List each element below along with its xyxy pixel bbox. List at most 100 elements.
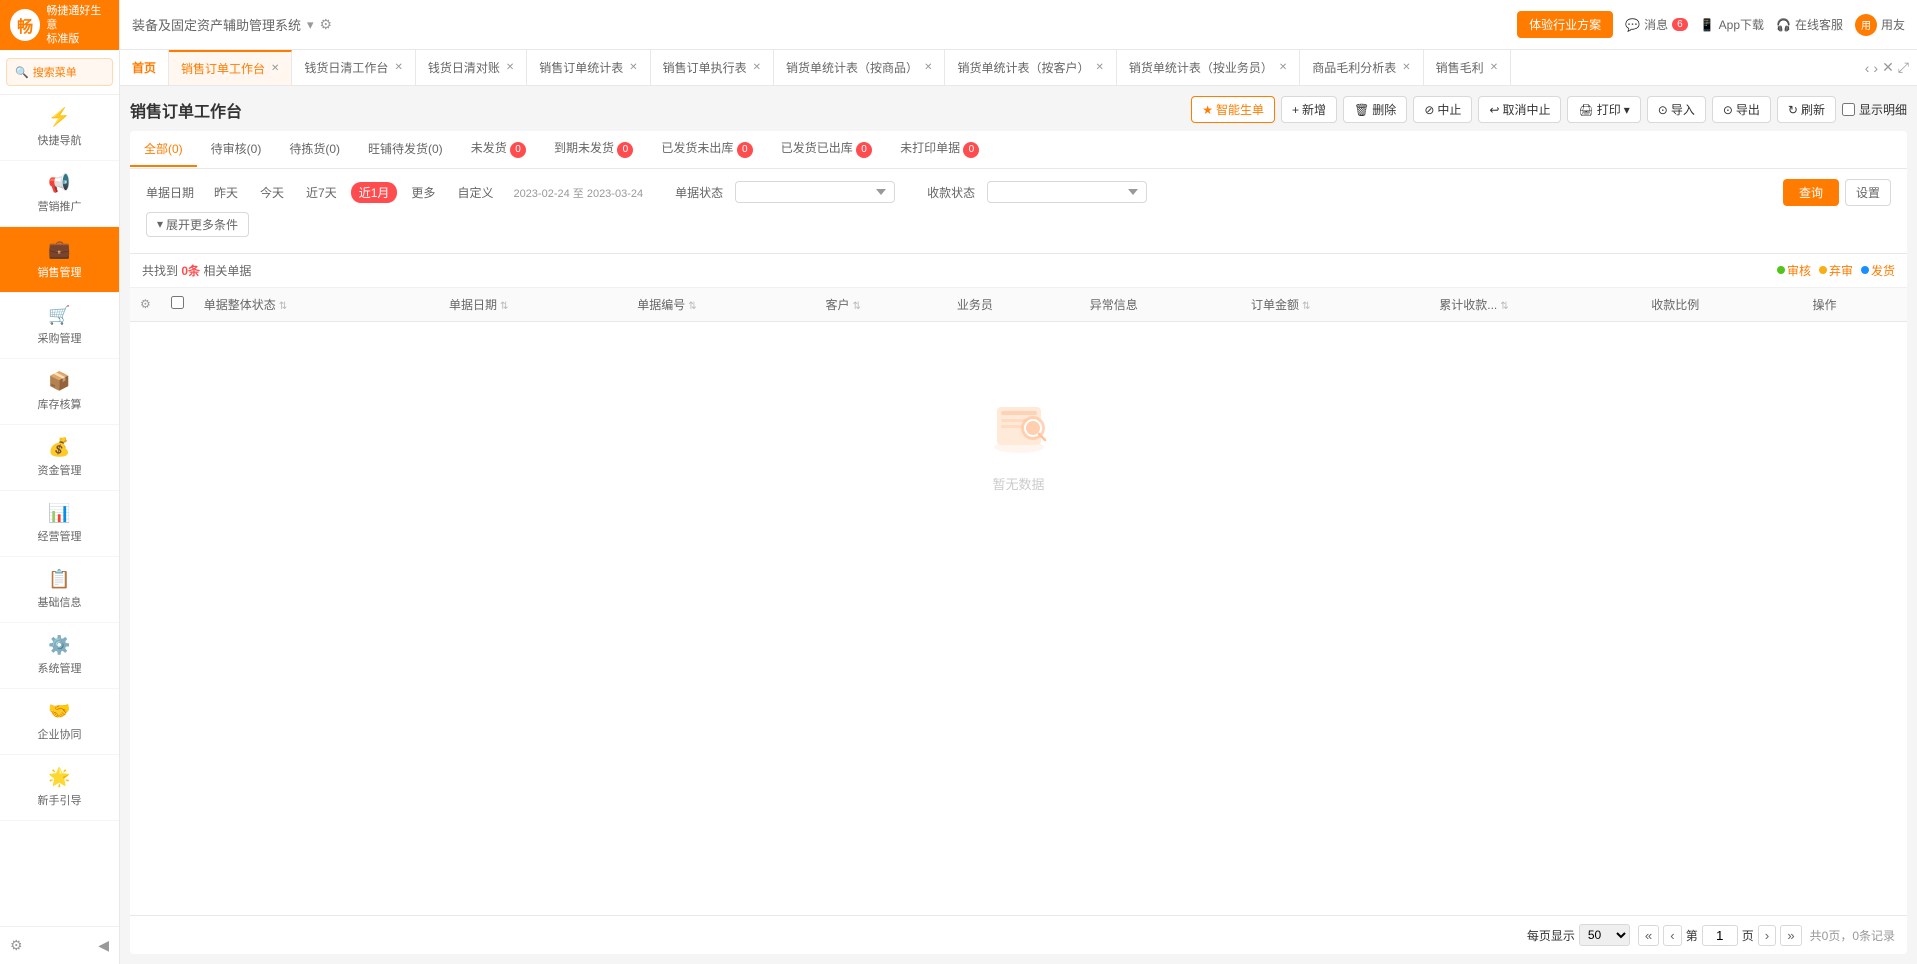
sidebar-item-purchase[interactable]: 🛒 采购管理: [0, 293, 119, 359]
add-btn[interactable]: + 新增: [1281, 96, 1337, 123]
filter-action-btns: 查询 设置: [1783, 179, 1891, 206]
search-menu-button[interactable]: 🔍 搜索菜单: [6, 58, 113, 86]
tab-close-gross-profit[interactable]: ✕: [1402, 62, 1410, 73]
show-detail-checkbox[interactable]: [1842, 103, 1855, 116]
table-header-bar: 共找到 0条 相关单据 审核 弃审 发货: [130, 254, 1907, 288]
tab-close-sales-exec[interactable]: ✕: [753, 62, 761, 73]
tab-sales-summary-product[interactable]: 销货单统计表（按商品） ✕: [774, 50, 945, 86]
expand-conditions-btn[interactable]: ▾ 展开更多条件: [146, 212, 249, 237]
sort-status-icon[interactable]: ⇅: [279, 301, 287, 312]
tab-fullscreen-btn[interactable]: ⤢: [1898, 59, 1909, 76]
date-option-today[interactable]: 今天: [252, 182, 292, 203]
sidebar-item-basic[interactable]: 📋 基础信息: [0, 557, 119, 623]
sort-customer-icon[interactable]: ⇅: [853, 301, 861, 312]
tab-close-cashflow-daily[interactable]: ✕: [394, 62, 402, 73]
tab-sales-summary-staff[interactable]: 销货单统计表（按业务员） ✕: [1117, 50, 1300, 86]
checkbox-header[interactable]: [161, 288, 194, 322]
prev-page-btn[interactable]: ‹: [1663, 925, 1681, 946]
sidebar-item-collab[interactable]: 🤝 企业协同: [0, 689, 119, 755]
gear-header[interactable]: ⚙: [130, 288, 161, 322]
online-service-btn[interactable]: 🎧 在线客服: [1776, 16, 1843, 33]
ship-btn[interactable]: 发货: [1861, 262, 1895, 279]
date-option-1month[interactable]: 近1月: [351, 182, 398, 203]
export-btn[interactable]: ⊙ 导出: [1712, 96, 1771, 123]
tab-sales-summary-customer[interactable]: 销货单统计表（按客户） ✕: [945, 50, 1116, 86]
sort-amount-icon[interactable]: ⇅: [1302, 301, 1310, 312]
tab-close-sales-profit[interactable]: ✕: [1490, 62, 1498, 73]
filter-tab-pending-check[interactable]: 待拣货(0): [275, 132, 354, 167]
filter-tab-shipped-not-out[interactable]: 已发货未出库 0: [647, 131, 766, 168]
sort-collected-icon[interactable]: ⇅: [1500, 301, 1508, 312]
tab-cashflow-reconcile[interactable]: 钱货日清对账 ✕: [416, 50, 527, 86]
tab-next-btn[interactable]: ›: [1873, 60, 1878, 76]
filter-tab-shipped-out[interactable]: 已发货已出库 0: [767, 131, 886, 168]
sidebar-item-marketing[interactable]: 📢 营销推广: [0, 161, 119, 227]
filter-tab-all[interactable]: 全部(0): [130, 132, 197, 167]
collapse-sidebar-icon[interactable]: ◀: [98, 937, 109, 954]
settings-icon[interactable]: ⚙: [320, 16, 333, 33]
tab-close-sales-summary-customer[interactable]: ✕: [1095, 62, 1103, 73]
tab-sales-exec[interactable]: 销售订单执行表 ✕: [651, 50, 774, 86]
empty-text: 暂无数据: [992, 474, 1044, 493]
date-option-7days[interactable]: 近7天: [298, 182, 345, 203]
tab-close-sales-workbench[interactable]: ✕: [271, 63, 279, 74]
tab-sales-profit[interactable]: 销售毛利 ✕: [1424, 50, 1511, 86]
filter-settings-btn[interactable]: 设置: [1845, 179, 1891, 206]
date-option-yesterday[interactable]: 昨天: [206, 182, 246, 203]
filter-tab-not-printed[interactable]: 未打印单据 0: [886, 131, 993, 168]
import-btn[interactable]: ⊙ 导入: [1647, 96, 1706, 123]
empty-state: 暂无数据: [130, 322, 1907, 553]
filter-tab-not-shipped[interactable]: 未发货 0: [457, 131, 540, 168]
dropdown-arrow-icon[interactable]: ▾: [307, 17, 314, 33]
user-menu-btn[interactable]: 用 用友: [1855, 14, 1905, 36]
settings-bottom-icon[interactable]: ⚙: [10, 937, 23, 954]
message-btn[interactable]: 💬 消息 6: [1625, 16, 1688, 33]
tab-cashflow-daily[interactable]: 钱货日清工作台 ✕: [292, 50, 415, 86]
date-option-custom[interactable]: 自定义: [449, 182, 501, 203]
filter-tab-expired[interactable]: 到期未发货 0: [540, 131, 647, 168]
sort-date-icon[interactable]: ⇅: [500, 301, 508, 312]
tab-sales-workbench[interactable]: 销售订单工作台 ✕: [169, 50, 292, 86]
filter-tab-pending-review[interactable]: 待审核(0): [197, 132, 276, 167]
page-size-select[interactable]: 10 20 50 100: [1579, 924, 1630, 946]
smart-create-btn[interactable]: ★ 智能生单: [1191, 96, 1275, 123]
cancel-suspend-btn[interactable]: ↩ 取消中止: [1478, 96, 1561, 123]
sidebar-item-finance[interactable]: 💰 资金管理: [0, 425, 119, 491]
last-page-btn[interactable]: »: [1780, 925, 1801, 946]
select-all-checkbox[interactable]: [171, 296, 184, 309]
tab-home[interactable]: 首页: [120, 50, 169, 86]
app-download-btn[interactable]: 📱 App下载: [1700, 16, 1764, 33]
page-input[interactable]: [1702, 925, 1738, 946]
sidebar-item-inventory[interactable]: 📦 库存核算: [0, 359, 119, 425]
first-page-btn[interactable]: «: [1638, 925, 1659, 946]
sidebar-item-sales[interactable]: 💼 销售管理: [0, 227, 119, 293]
sidebar-item-guide[interactable]: 🌟 新手引导: [0, 755, 119, 821]
cancel-review-btn[interactable]: 弃审: [1819, 262, 1853, 279]
tab-close-cashflow-reconcile[interactable]: ✕: [506, 62, 514, 73]
filter-tab-wangpu[interactable]: 旺铺待发货(0): [354, 132, 457, 167]
tab-close-sales-summary-staff[interactable]: ✕: [1279, 62, 1287, 73]
tab-gross-profit[interactable]: 商品毛利分析表 ✕: [1300, 50, 1423, 86]
next-page-btn[interactable]: ›: [1758, 925, 1776, 946]
status-filter-select[interactable]: [735, 181, 895, 203]
sidebar-item-operations[interactable]: 📊 经营管理: [0, 491, 119, 557]
date-option-more[interactable]: 更多: [403, 182, 443, 203]
refresh-btn[interactable]: ↻ 刷新: [1777, 96, 1836, 123]
print-btn[interactable]: 🖨 打印 ▾: [1567, 96, 1640, 123]
industry-btn[interactable]: 体验行业方案: [1517, 11, 1613, 38]
sidebar-item-system[interactable]: ⚙️ 系统管理: [0, 623, 119, 689]
tab-close-sales-summary-product[interactable]: ✕: [924, 62, 932, 73]
tab-sales-stats[interactable]: 销售订单统计表 ✕: [527, 50, 650, 86]
query-btn[interactable]: 查询: [1783, 179, 1839, 206]
table-head: ⚙ 单据整体状态⇅ 单据日期⇅ 单据编号⇅ 客户⇅ 业务员 异常信息 订单金额⇅…: [130, 288, 1907, 322]
sort-number-icon[interactable]: ⇅: [688, 301, 696, 312]
tab-close-all-btn[interactable]: ✕: [1882, 59, 1894, 76]
delete-btn[interactable]: 🗑 删除: [1343, 96, 1407, 123]
suspend-btn[interactable]: ⊘ 中止: [1413, 96, 1472, 123]
payment-filter-select[interactable]: [987, 181, 1147, 203]
review-btn[interactable]: 审核: [1777, 262, 1811, 279]
tab-prev-btn[interactable]: ‹: [1865, 60, 1870, 76]
sidebar-item-quick-nav[interactable]: ⚡ 快捷导航: [0, 95, 119, 161]
show-detail-label[interactable]: 显示明细: [1842, 101, 1907, 118]
tab-close-sales-stats[interactable]: ✕: [629, 62, 637, 73]
